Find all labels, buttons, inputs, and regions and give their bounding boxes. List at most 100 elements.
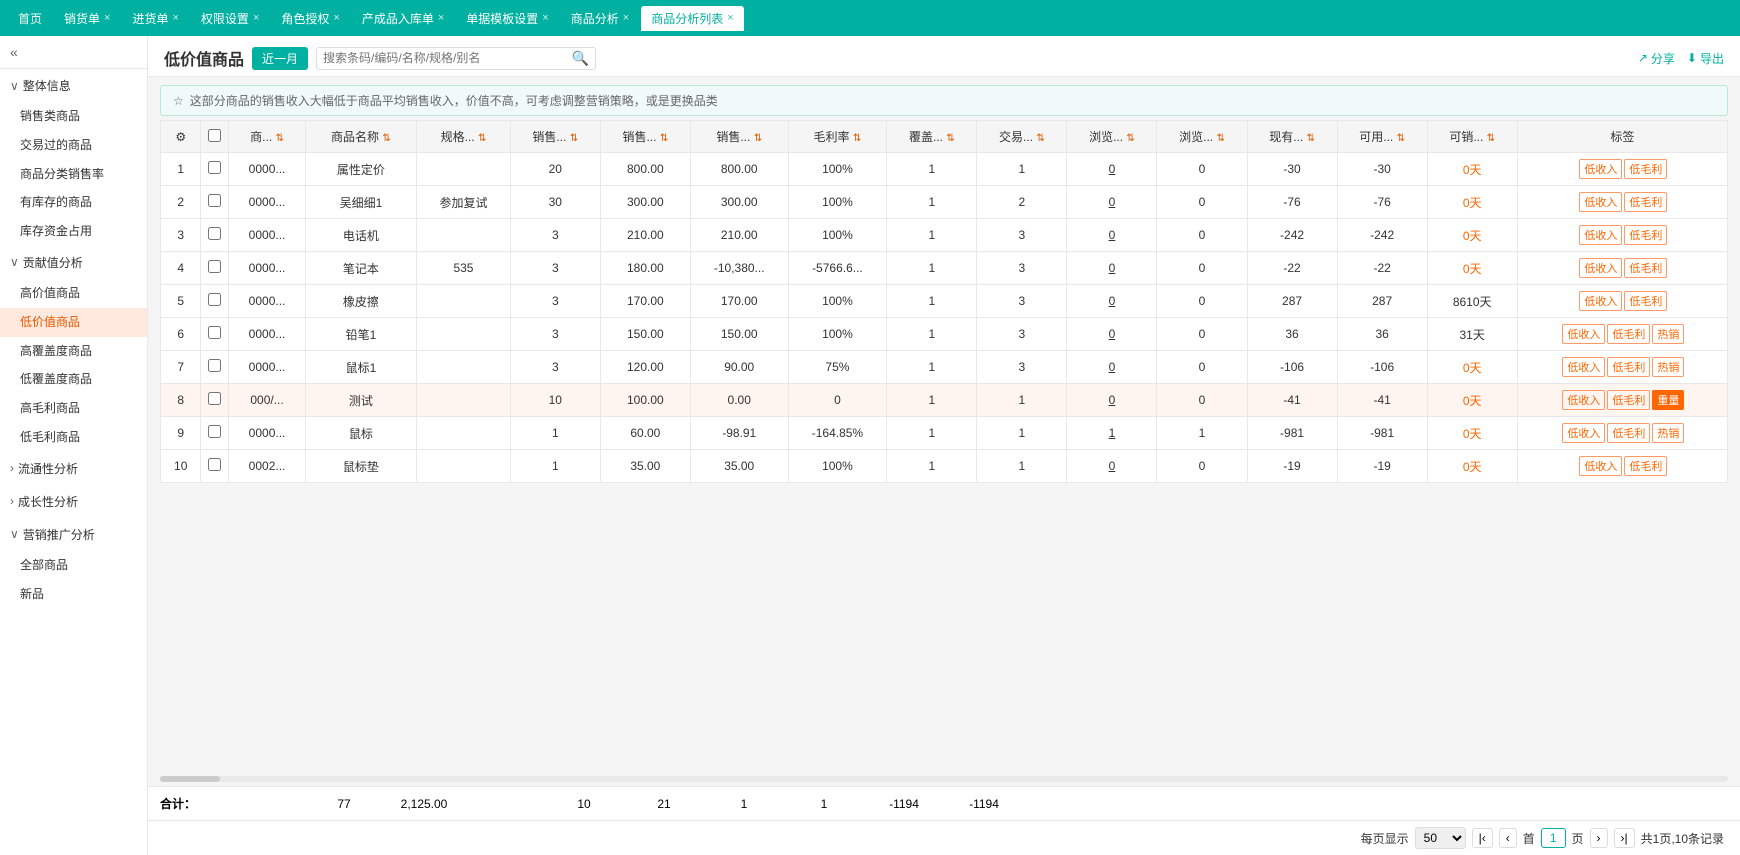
browse1-link[interactable]: 0 — [1109, 327, 1116, 341]
first-page-btn[interactable]: |‹ — [1472, 828, 1493, 848]
row-checkbox-cell[interactable] — [201, 186, 229, 219]
share-link[interactable]: ↗ 分享 — [1638, 50, 1675, 67]
browse1-link[interactable]: 1 — [1109, 426, 1116, 440]
browse1-link[interactable]: 0 — [1109, 228, 1116, 242]
nav-role-close[interactable]: × — [333, 12, 339, 24]
nav-analysis[interactable]: 商品分析 × — [561, 6, 639, 31]
row-checkbox[interactable] — [208, 293, 221, 306]
search-input[interactable] — [323, 51, 572, 65]
sort-code-icon[interactable]: ⇅ — [276, 133, 284, 144]
prev-page-btn[interactable]: ‹ — [1499, 828, 1517, 848]
next-page-btn[interactable]: › — [1590, 828, 1608, 848]
row-checkbox[interactable] — [208, 260, 221, 273]
sidebar-item-high-coverage[interactable]: 高覆盖度商品 — [0, 337, 147, 366]
sidebar-item-traded-products[interactable]: 交易过的商品 — [0, 131, 147, 160]
browse1-link[interactable]: 0 — [1109, 393, 1116, 407]
sidebar-item-category-sales[interactable]: 商品分类销售率 — [0, 160, 147, 189]
nav-product[interactable]: 产成品入库单 × — [352, 6, 454, 31]
scrollbar-thumb[interactable] — [160, 776, 220, 782]
row-checkbox-cell[interactable] — [201, 318, 229, 351]
row-checkbox-cell[interactable] — [201, 252, 229, 285]
row-checkbox-cell[interactable] — [201, 450, 229, 483]
browse1-link[interactable]: 0 — [1109, 294, 1116, 308]
row-cover: 1 — [887, 186, 977, 219]
row-checkbox-cell[interactable] — [201, 285, 229, 318]
row-checkbox[interactable] — [208, 194, 221, 207]
sidebar-section-overall[interactable]: ∨ 整体信息 — [0, 69, 147, 102]
sidebar-item-stock-products[interactable]: 有库存的商品 — [0, 188, 147, 217]
row-checkbox-cell[interactable] — [201, 417, 229, 450]
sort-s3-icon[interactable]: ⇅ — [754, 133, 762, 144]
row-checkbox[interactable] — [208, 359, 221, 372]
nav-analysis-list-close[interactable]: × — [727, 12, 733, 24]
row-checkbox[interactable] — [208, 392, 221, 405]
horizontal-scrollbar[interactable] — [160, 776, 1728, 782]
sort-curr-icon[interactable]: ⇅ — [1307, 133, 1315, 144]
sidebar-item-low-margin[interactable]: 低毛利商品 — [0, 423, 147, 452]
row-checkbox[interactable] — [208, 161, 221, 174]
sidebar-collapse-btn[interactable]: « — [8, 42, 20, 62]
nav-sales[interactable]: 销货单 × — [54, 6, 120, 31]
nav-purchase-close[interactable]: × — [172, 12, 178, 24]
row-checkbox-cell[interactable] — [201, 384, 229, 417]
col-settings[interactable]: ⚙ — [161, 121, 201, 153]
nav-analysis-close[interactable]: × — [623, 12, 629, 24]
sidebar-item-high-margin[interactable]: 高毛利商品 — [0, 394, 147, 423]
sort-b1-icon[interactable]: ⇅ — [1126, 133, 1134, 144]
nav-template[interactable]: 单据模板设置 × — [456, 6, 558, 31]
row-checkbox[interactable] — [208, 458, 221, 471]
nav-permission-close[interactable]: × — [253, 12, 259, 24]
browse1-link[interactable]: 0 — [1109, 195, 1116, 209]
row-checkbox[interactable] — [208, 326, 221, 339]
sort-trade-icon[interactable]: ⇅ — [1036, 133, 1044, 144]
browse1-link[interactable]: 0 — [1109, 459, 1116, 473]
col-checkbox[interactable] — [201, 121, 229, 153]
browse1-link[interactable]: 0 — [1109, 162, 1116, 176]
nav-template-close[interactable]: × — [542, 12, 548, 24]
sort-s1-icon[interactable]: ⇅ — [570, 133, 578, 144]
sidebar-item-all-products[interactable]: 全部商品 — [0, 551, 147, 580]
sidebar-section-growth[interactable]: › 成长性分析 — [0, 485, 147, 518]
sort-avail-icon[interactable]: ⇅ — [1397, 133, 1405, 144]
per-page-select[interactable]: 50 100 — [1415, 827, 1466, 849]
sidebar-item-low-value[interactable]: 低价值商品 — [0, 308, 147, 337]
sidebar-item-new-products[interactable]: 新品 — [0, 580, 147, 609]
sort-name-icon[interactable]: ⇅ — [382, 133, 390, 144]
nav-product-close[interactable]: × — [438, 12, 444, 24]
row-checkbox[interactable] — [208, 227, 221, 240]
row-checkbox[interactable] — [208, 425, 221, 438]
filter-button[interactable]: 近一月 — [252, 47, 308, 70]
sort-margin-icon[interactable]: ⇅ — [853, 133, 861, 144]
last-page-btn[interactable]: ›| — [1614, 828, 1635, 848]
row-spec — [417, 450, 511, 483]
nav-sales-close[interactable]: × — [104, 12, 110, 24]
row-num: 6 — [161, 318, 201, 351]
nav-permission[interactable]: 权限设置 × — [191, 6, 269, 31]
row-checkbox-cell[interactable] — [201, 351, 229, 384]
row-browse1: 0 — [1067, 318, 1157, 351]
nav-role[interactable]: 角色授权 × — [271, 6, 349, 31]
sidebar-section-contribution[interactable]: ∨ 贡献值分析 — [0, 246, 147, 279]
nav-home[interactable]: 首页 — [8, 6, 52, 31]
sidebar-item-stock-funds[interactable]: 库存资金占用 — [0, 217, 147, 246]
nav-purchase[interactable]: 进货单 × — [122, 6, 188, 31]
sort-sell-icon[interactable]: ⇅ — [1487, 133, 1495, 144]
sidebar-section-marketing[interactable]: ∨ 营销推广分析 — [0, 518, 147, 551]
sort-b2-icon[interactable]: ⇅ — [1216, 133, 1224, 144]
select-all-checkbox[interactable] — [208, 129, 221, 142]
sidebar-section-circulation[interactable]: › 流通性分析 — [0, 452, 147, 485]
table-row: 7 0000... 鼠标1 3 120.00 90.00 75% 1 3 0 0… — [161, 351, 1728, 384]
row-cover: 1 — [887, 219, 977, 252]
sidebar-item-low-coverage[interactable]: 低覆盖度商品 — [0, 365, 147, 394]
browse1-link[interactable]: 0 — [1109, 360, 1116, 374]
sort-spec-icon[interactable]: ⇅ — [478, 133, 486, 144]
row-checkbox-cell[interactable] — [201, 219, 229, 252]
export-link[interactable]: ⬇ 导出 — [1687, 50, 1724, 67]
nav-analysis-list[interactable]: 商品分析列表 × — [641, 6, 743, 31]
sidebar-item-sales-products[interactable]: 销售类商品 — [0, 102, 147, 131]
sidebar-item-high-value[interactable]: 高价值商品 — [0, 279, 147, 308]
row-checkbox-cell[interactable] — [201, 153, 229, 186]
browse1-link[interactable]: 0 — [1109, 261, 1116, 275]
sort-s2-icon[interactable]: ⇅ — [660, 133, 668, 144]
sort-cover-icon[interactable]: ⇅ — [946, 133, 954, 144]
